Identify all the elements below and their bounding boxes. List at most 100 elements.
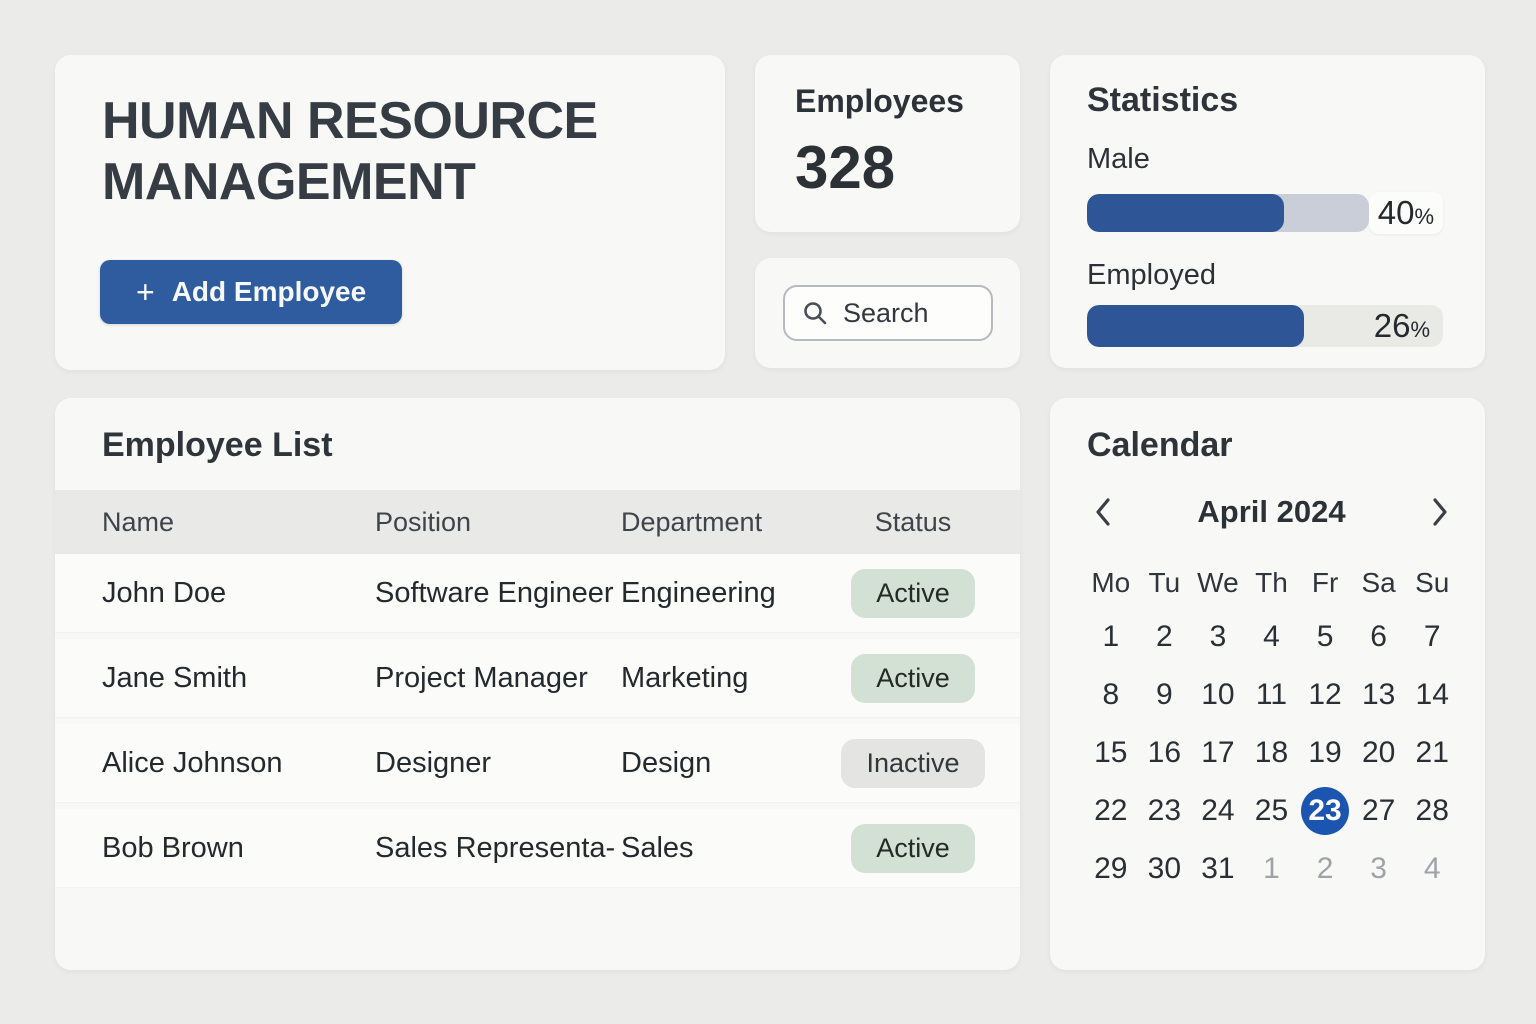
calendar-day[interactable]: 7 xyxy=(1405,608,1459,666)
male-progress-fill xyxy=(1087,194,1285,232)
calendar-grid: Mo Tu We Th Fr Sa Su 1 2 3 4 5 6 7 8 9 10 11 12 13 14 15 16 17 1… xyxy=(1084,558,1459,898)
calendar-day-number: 13 xyxy=(1361,678,1396,711)
column-header-name: Name xyxy=(102,506,175,537)
cell-name: Jane Smith xyxy=(102,661,248,694)
calendar-day[interactable]: 4 xyxy=(1405,840,1459,898)
table-row[interactable]: Alice Johnson Designer Design Inactive xyxy=(55,724,1020,802)
calendar-day[interactable]: 4 xyxy=(1245,608,1299,666)
search-icon xyxy=(804,302,827,325)
calendar-day[interactable]: 15 xyxy=(1084,724,1138,782)
male-progress-bar xyxy=(1087,194,1369,232)
calendar-day[interactable]: 29 xyxy=(1084,840,1138,898)
calendar-day-number: 17 xyxy=(1201,736,1235,769)
calendar-day-number: 15 xyxy=(1094,736,1128,769)
cell-department: Design xyxy=(621,746,712,779)
calendar-day[interactable]: 10 xyxy=(1191,666,1245,724)
calendar-day-number: 23 xyxy=(1301,787,1350,835)
calendar-day-number: 3 xyxy=(1209,620,1227,653)
calendar-day-number: 4 xyxy=(1423,852,1441,885)
male-percentage: 40% xyxy=(1368,192,1443,234)
calendar-day-number: 7 xyxy=(1423,620,1441,653)
table-row[interactable]: John Doe Software Engineer Engineering Acti… xyxy=(55,554,1020,632)
calendar-day[interactable]: 31 xyxy=(1191,840,1245,898)
calendar-day[interactable]: 25 xyxy=(1245,782,1299,840)
calendar-day-number: 3 xyxy=(1370,852,1387,885)
calendar-day-number: 8 xyxy=(1102,678,1120,711)
calendar-day-number: 28 xyxy=(1415,794,1449,827)
employees-count: 328 xyxy=(795,134,896,201)
calendar-month-label: April 2024 xyxy=(1197,494,1346,529)
calendar-day[interactable]: 27 xyxy=(1352,782,1406,840)
table-row[interactable]: Jane Smith Project Manager Marketing Active xyxy=(55,639,1020,717)
calendar-day[interactable]: 22 xyxy=(1084,782,1138,840)
status-badge: Active xyxy=(851,568,975,618)
male-percentage-unit: % xyxy=(1414,204,1434,229)
calendar-day-number: 16 xyxy=(1147,736,1182,769)
calendar-nav: April 2024 xyxy=(1084,493,1459,531)
weekday-label: Tu xyxy=(1148,567,1181,598)
column-header-status: Status xyxy=(874,506,952,537)
calendar-day-number: 19 xyxy=(1308,736,1342,769)
employed-percentage-unit: % xyxy=(1410,317,1430,342)
calendar-day[interactable]: 30 xyxy=(1138,840,1192,898)
calendar-day-number: 30 xyxy=(1147,852,1182,885)
statistics-title: Statistics xyxy=(1087,81,1239,119)
calendar-day[interactable]: 16 xyxy=(1138,724,1192,782)
calendar-day-number: 1 xyxy=(1263,852,1280,885)
calendar-day-number: 31 xyxy=(1201,852,1235,885)
calendar-day[interactable]: 2 xyxy=(1138,608,1192,666)
search-box[interactable] xyxy=(783,285,993,341)
calendar-prev-button[interactable] xyxy=(1084,493,1122,531)
calendar-day-number: 29 xyxy=(1094,852,1128,885)
calendar-day-number: 27 xyxy=(1361,794,1396,827)
calendar-day[interactable]: 11 xyxy=(1245,666,1299,724)
cell-name: John Doe xyxy=(102,576,227,609)
calendar-day-number: 6 xyxy=(1370,620,1387,653)
cell-department: Engineering xyxy=(621,576,776,609)
employee-rows: John Doe Software Engineer Engineering Acti… xyxy=(55,554,1020,894)
calendar-day[interactable]: 17 xyxy=(1191,724,1245,782)
calendar-day[interactable]: 19 xyxy=(1298,724,1352,782)
calendar-day[interactable]: 21 xyxy=(1405,724,1459,782)
calendar-day[interactable]: 14 xyxy=(1405,666,1459,724)
calendar-day-number: 11 xyxy=(1255,678,1288,711)
calendar-day[interactable]: 2 xyxy=(1298,840,1352,898)
cell-department: Marketing xyxy=(621,661,749,694)
calendar-day[interactable]: 1 xyxy=(1084,608,1138,666)
calendar-day-number: 14 xyxy=(1415,678,1449,711)
plus-icon: + xyxy=(136,274,155,310)
cell-position: Software Engineer xyxy=(375,576,614,609)
calendar-day-selected[interactable]: 23 xyxy=(1298,782,1352,840)
weekday-label: Sa xyxy=(1361,567,1396,598)
calendar-day[interactable]: 20 xyxy=(1352,724,1406,782)
stat-label-male: Male xyxy=(1087,143,1150,175)
calendar-day[interactable]: 18 xyxy=(1245,724,1299,782)
calendar-day-number: 2 xyxy=(1156,620,1173,653)
employee-list-title: Employee List xyxy=(102,426,333,464)
calendar-day[interactable]: 3 xyxy=(1191,608,1245,666)
calendar-day-number: 25 xyxy=(1254,794,1289,827)
calendar-day[interactable]: 1 xyxy=(1245,840,1299,898)
cell-position: Sales Representa- xyxy=(375,831,616,864)
calendar-day[interactable]: 13 xyxy=(1352,666,1406,724)
employed-percentage-value: 26 xyxy=(1373,307,1411,344)
calendar-day[interactable]: 24 xyxy=(1191,782,1245,840)
calendar-day-number: 4 xyxy=(1263,620,1280,653)
calendar-day[interactable]: 6 xyxy=(1352,608,1406,666)
calendar-day-number: 24 xyxy=(1201,794,1235,827)
table-row[interactable]: Bob Brown Sales Representa- Sales Active xyxy=(55,809,1020,887)
cell-status: Active xyxy=(851,653,975,703)
page-title-line2: MANAGEMENT xyxy=(102,153,476,211)
calendar-day[interactable]: 12 xyxy=(1298,666,1352,724)
calendar-day[interactable]: 9 xyxy=(1138,666,1192,724)
calendar-day[interactable]: 8 xyxy=(1084,666,1138,724)
calendar-day[interactable]: 3 xyxy=(1352,840,1406,898)
calendar-day[interactable]: 5 xyxy=(1298,608,1352,666)
calendar-day[interactable]: 23 xyxy=(1138,782,1192,840)
calendar-day[interactable]: 28 xyxy=(1405,782,1459,840)
male-percentage-value: 40 xyxy=(1377,194,1415,231)
add-employee-button[interactable]: + Add Employee xyxy=(100,260,403,324)
search-input[interactable] xyxy=(841,296,975,330)
calendar-next-button[interactable] xyxy=(1421,493,1459,531)
stat-row-employed: 26% xyxy=(1087,305,1443,347)
